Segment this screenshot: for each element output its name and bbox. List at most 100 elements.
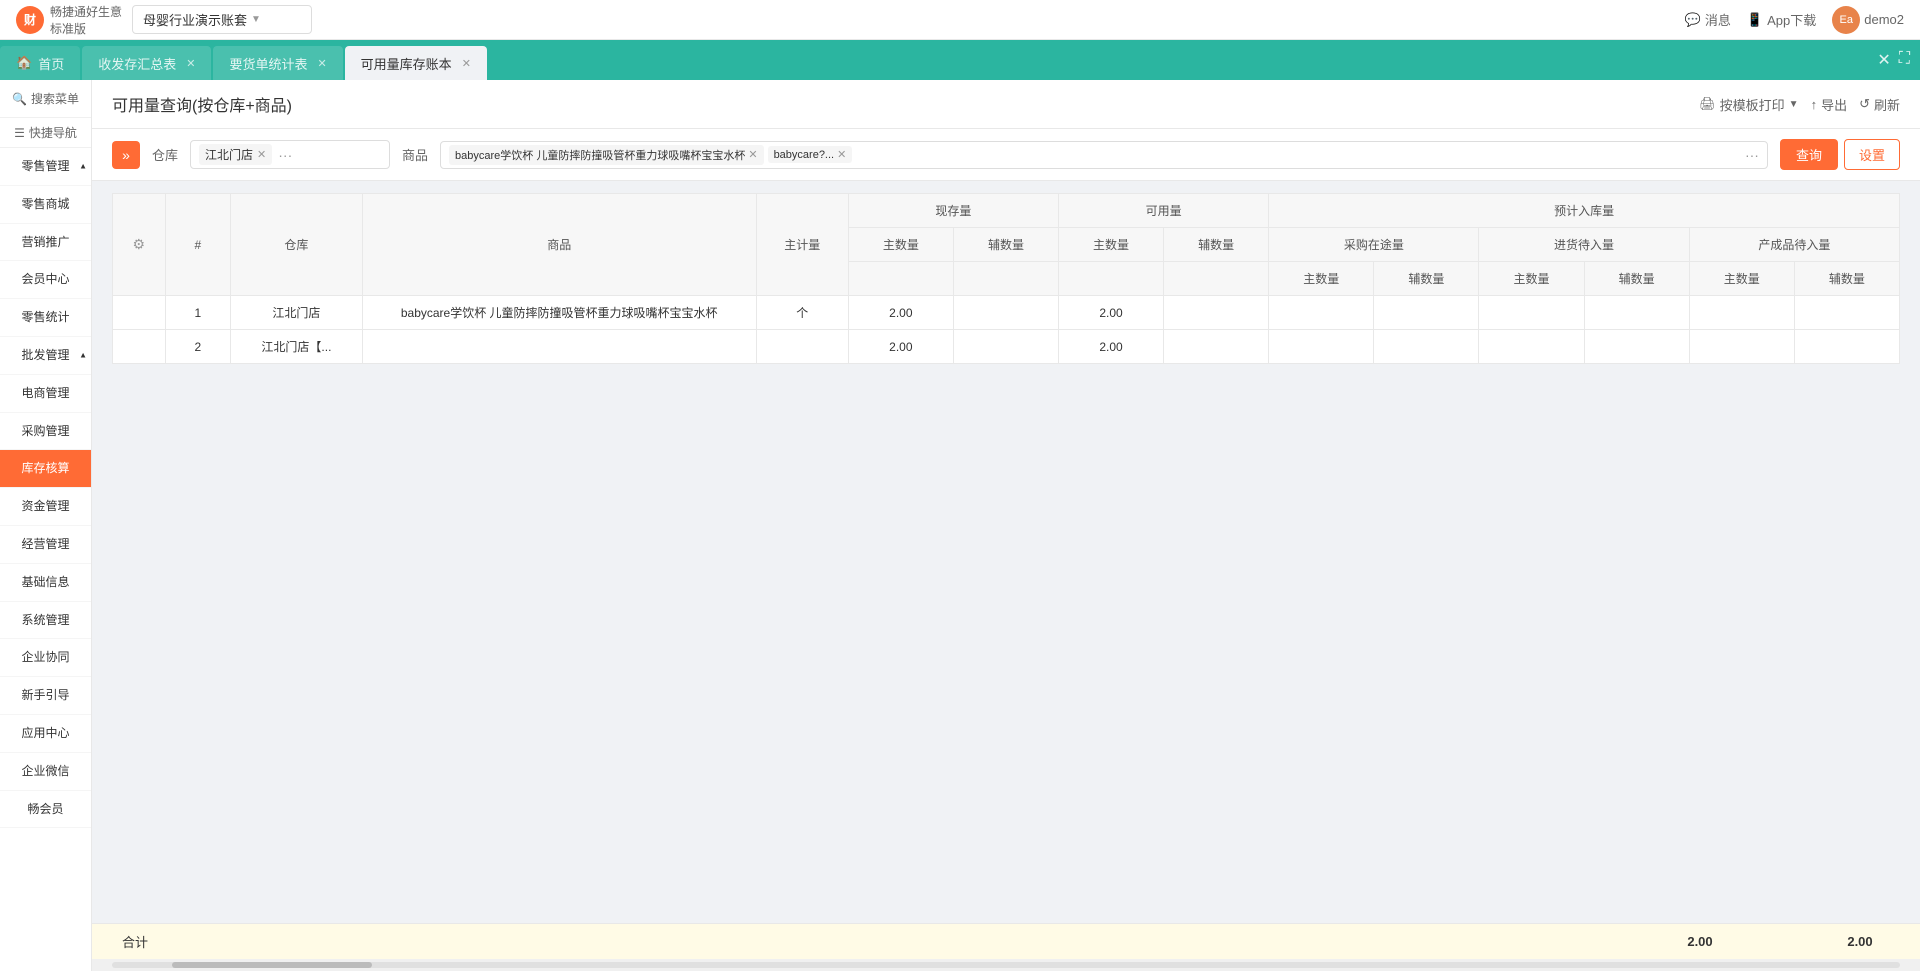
page-header-actions: 🖨 按模板打印 ▼ ↑ 导出 ↺ 刷新 <box>1699 95 1900 114</box>
sidebar-item-operations[interactable]: 经营管理 <box>0 526 91 564</box>
avatar-text: Ea <box>1840 14 1853 26</box>
org-selector[interactable]: 母婴行业演示账套 ▼ <box>132 5 312 34</box>
tab-receipts[interactable]: 收发存汇总表 ✕ <box>82 46 211 80</box>
td-purchase-aux-1 <box>1374 296 1479 330</box>
summary-stock-main: 2.00 <box>1660 934 1740 949</box>
product-tag-2-close[interactable]: ✕ <box>837 148 846 161</box>
sidebar-item-sys-mgmt[interactable]: 系统管理 <box>0 602 91 640</box>
td-purchase-main-2 <box>1269 330 1374 364</box>
filter-area: » 仓库 江北门店 ✕ ··· 商品 babycare学饮杯 儿童防摔防撞吸管杯… <box>92 129 1920 181</box>
print-btn[interactable]: 🖨 按模板打印 ▼ <box>1699 95 1798 114</box>
chevron-down-icon: ▼ <box>251 14 261 25</box>
product-filter-input[interactable]: babycare学饮杯 儿童防摔防撞吸管杯重力球吸嘴杯宝宝水杯 ✕ babyca… <box>440 141 1768 169</box>
tab-order-stats[interactable]: 要货单统计表 ✕ <box>213 46 342 80</box>
th-rownum: # <box>165 194 231 296</box>
refresh-btn[interactable]: ↺ 刷新 <box>1859 95 1900 114</box>
logo-subtext: 标准版 <box>50 20 122 37</box>
warehouse-tag-text: 江北门店 <box>205 146 253 163</box>
td-settings-2 <box>113 330 166 364</box>
query-btn[interactable]: 查询 <box>1780 139 1838 170</box>
print-chevron-icon: ▼ <box>1789 99 1799 110</box>
product-filter-label: 商品 <box>402 145 428 164</box>
sidebar-item-newbie[interactable]: 新手引导 <box>0 677 91 715</box>
th-stock-aux: 辅数量 <box>953 228 1058 262</box>
th-incoming-aux: 辅数量 <box>1584 262 1689 296</box>
warehouse-filter-input[interactable]: 江北门店 ✕ ··· <box>190 140 390 169</box>
tab-home[interactable]: 🏠 首页 <box>0 46 80 80</box>
scrollbar-thumb[interactable] <box>172 962 372 968</box>
th-avail-main: 主数量 <box>1059 228 1164 262</box>
sidebar-item-ecommerce[interactable]: 电商管理 <box>0 375 91 413</box>
warehouse-filter-label: 仓库 <box>152 145 178 164</box>
summary-unit-placeholder <box>1590 934 1660 949</box>
app-download-btn[interactable]: 📱 App下载 <box>1747 10 1816 29</box>
td-incoming-aux-2 <box>1584 330 1689 364</box>
tab-available[interactable]: 可用量库存账本 ✕ <box>345 46 487 80</box>
th-planned-in: 预计入库量 <box>1269 194 1900 228</box>
print-label: 按模板打印 <box>1720 95 1785 114</box>
sidebar-item-basic-info[interactable]: 基础信息 <box>0 564 91 602</box>
content-area: 可用量查询(按仓库+商品) 🖨 按模板打印 ▼ ↑ 导出 ↺ 刷新 » <box>92 80 1920 971</box>
warehouse-dots[interactable]: ··· <box>278 147 292 163</box>
td-avail-aux-1 <box>1164 296 1269 330</box>
sidebar-item-retail-stats[interactable]: 零售统计 <box>0 299 91 337</box>
horizontal-scrollbar[interactable] <box>92 959 1920 971</box>
sidebar-item-member-center[interactable]: 会员中心 <box>0 261 91 299</box>
th-stock-main: 主数量 <box>848 228 953 262</box>
sidebar-search-label: 搜索菜单 <box>31 90 79 107</box>
export-icon: ↑ <box>1811 97 1818 112</box>
table-footer: 合计 2.00 2.00 <box>92 923 1920 959</box>
sidebar-item-retail-mall[interactable]: 零售商城 <box>0 186 91 224</box>
sidebar-item-wholesale-mgmt[interactable]: 批发管理 <box>0 337 91 375</box>
messages-label: 消息 <box>1705 10 1731 29</box>
th-avail-main-sub <box>1059 262 1164 296</box>
td-purchase-main-1 <box>1269 296 1374 330</box>
logo-icon: 财 <box>16 6 44 34</box>
sidebar-item-purchase-mgmt[interactable]: 采购管理 <box>0 413 91 451</box>
sidebar-nav-label: 快捷导航 <box>29 124 77 141</box>
th-stock-aux-sub <box>953 262 1058 296</box>
td-prod-main-1 <box>1689 296 1794 330</box>
tab-order-stats-label: 要货单统计表 <box>229 54 307 73</box>
product-tag-2: babycare?... ✕ <box>768 146 853 163</box>
export-btn[interactable]: ↑ 导出 <box>1811 95 1848 114</box>
sidebar-item-retail-mgmt[interactable]: 零售管理 <box>0 148 91 186</box>
maximize-icon[interactable]: ⛶ <box>1899 50 1910 70</box>
messages-btn[interactable]: 💬 消息 <box>1685 10 1731 29</box>
summary-stock-placeholder-1 <box>1330 934 1590 949</box>
logo-text: 畅捷通好生意 <box>50 3 122 20</box>
th-incoming-main: 主数量 <box>1479 262 1584 296</box>
th-purchase-main: 主数量 <box>1269 262 1374 296</box>
close-window-icon[interactable]: ✕ <box>1877 50 1890 70</box>
td-incoming-main-1 <box>1479 296 1584 330</box>
sidebar-search[interactable]: 🔍 搜索菜单 <box>0 80 91 118</box>
sidebar-item-marketing[interactable]: 营销推广 <box>0 224 91 262</box>
sidebar-item-finance[interactable]: 资金管理 <box>0 488 91 526</box>
logo-area: 财 畅捷通好生意 标准版 <box>16 3 122 37</box>
sidebar-item-vip-member[interactable]: 畅会员 <box>0 791 91 829</box>
sidebar-item-app-center[interactable]: 应用中心 <box>0 715 91 753</box>
tab-receipts-close[interactable]: ✕ <box>186 57 195 70</box>
warehouse-tag: 江北门店 ✕ <box>199 144 272 165</box>
th-prod-aux: 辅数量 <box>1794 262 1899 296</box>
th-avail-aux: 辅数量 <box>1164 228 1269 262</box>
filter-toggle-btn[interactable]: » <box>112 141 140 169</box>
sidebar-item-inventory[interactable]: 库存核算 <box>0 450 91 488</box>
product-tags: babycare学饮杯 儿童防摔防撞吸管杯重力球吸嘴杯宝宝水杯 ✕ babyca… <box>449 145 1739 165</box>
sidebar-quick-nav[interactable]: ☰ 快捷导航 <box>0 118 91 148</box>
tab-available-close[interactable]: ✕ <box>462 57 471 70</box>
filter-action-btns: 查询 设置 <box>1780 139 1900 170</box>
td-stock-aux-2 <box>953 330 1058 364</box>
tab-order-stats-close[interactable]: ✕ <box>317 57 326 70</box>
user-area[interactable]: Ea demo2 <box>1832 6 1904 34</box>
th-settings[interactable]: ⚙ <box>113 194 166 296</box>
product-dots[interactable]: ··· <box>1745 147 1759 163</box>
tab-receipts-label: 收发存汇总表 <box>98 54 176 73</box>
warehouse-tag-close[interactable]: ✕ <box>257 148 266 161</box>
product-tag-1-close[interactable]: ✕ <box>748 148 757 161</box>
th-stock-main-sub <box>848 262 953 296</box>
sidebar-item-enterprise[interactable]: 企业协同 <box>0 639 91 677</box>
settings-btn[interactable]: 设置 <box>1844 139 1900 170</box>
sidebar-item-enterprise-wechat[interactable]: 企业微信 <box>0 753 91 791</box>
product-tag-1-text: babycare学饮杯 儿童防摔防撞吸管杯重力球吸嘴杯宝宝水杯 <box>455 147 745 163</box>
